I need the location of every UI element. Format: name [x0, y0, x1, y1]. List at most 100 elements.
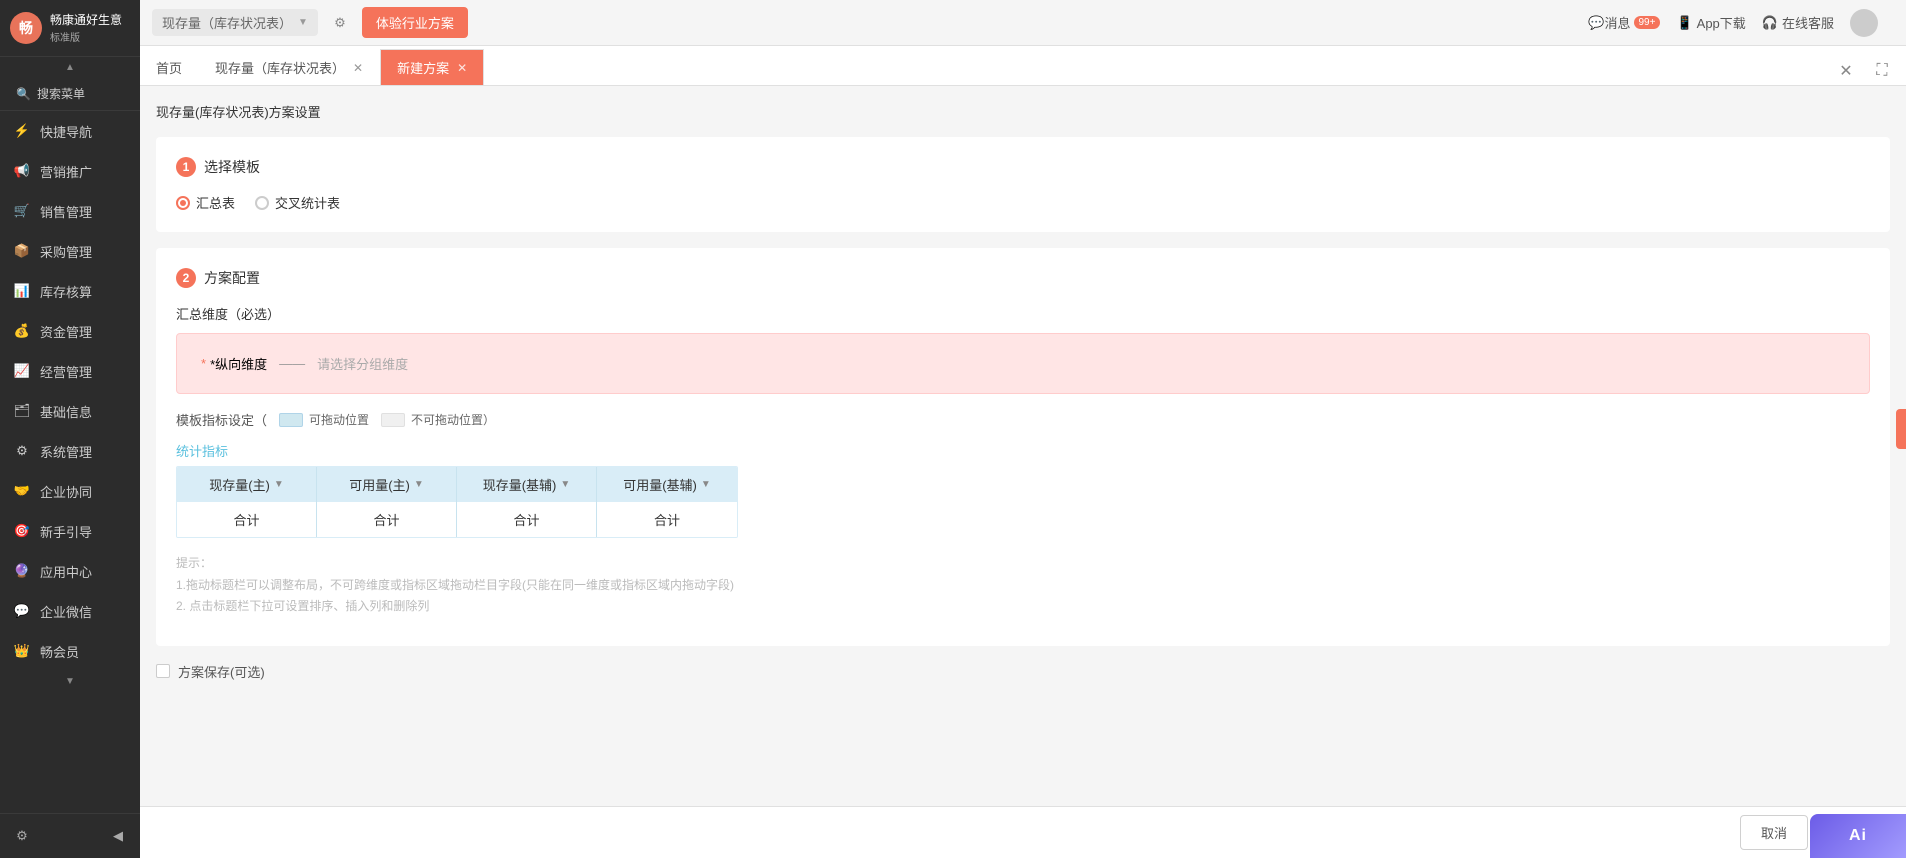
sidebar-item-finance[interactable]: 💰 资金管理 [0, 311, 140, 351]
sidebar-item-inventory[interactable]: 📊 库存核算 [0, 271, 140, 311]
cancel-button[interactable]: 取消 [1740, 815, 1808, 850]
radio-cross[interactable]: 交叉统计表 [255, 193, 340, 212]
sidebar-item-contract[interactable]: 🤝 企业协同 [0, 471, 140, 511]
sidebar-scroll-down[interactable]: ▼ [0, 671, 140, 691]
sidebar-item-member[interactable]: 👑 畅会员 [0, 631, 140, 671]
legend-fixed: 不可拖动位置） [381, 411, 495, 428]
settings-icon[interactable]: ⚙ [10, 824, 34, 848]
stats-header-content-1: 可用量(主) ▼ [349, 475, 424, 494]
radio-summary[interactable]: 汇总表 [176, 193, 235, 212]
customer-service-button[interactable]: 🎧 在线客服 [1762, 13, 1834, 32]
draggable-label: 可拖动位置 [309, 411, 369, 428]
tab-inventory[interactable]: 现存量（库存状况表） ✕ [198, 49, 380, 85]
message-button[interactable]: 💬 消息 99+ [1588, 13, 1660, 32]
stats-header-row: 现存量(主) ▼ 可用量(主) ▼ 现存量(基辅) ▼ [177, 467, 737, 502]
tab-inventory-close-icon[interactable]: ✕ [353, 61, 363, 75]
tip-1: 1.拖动标题栏可以调整布局，不可跨维度或指标区域拖动栏目字段(只能在同一维度或指… [176, 575, 1870, 597]
app-download-label: App下载 [1697, 13, 1746, 32]
stats-header-content-2: 现存量(基辅) ▼ [483, 475, 571, 494]
inventory-icon: 📊 [12, 281, 32, 301]
collapse-icon[interactable]: ◀ [106, 824, 130, 848]
search-label: 搜索菜单 [37, 85, 85, 102]
ai-float-button[interactable]: Ai [1810, 814, 1906, 858]
legend-draggable: 可拖动位置 [279, 411, 369, 428]
content-area: 现存量(库存状况表)方案设置 1 选择模板 汇总表 交叉统计表 2 [140, 86, 1906, 806]
sidebar-item-label: 资金管理 [40, 322, 92, 341]
fixed-label: 不可拖动位置） [411, 411, 495, 428]
sidebar-item-label: 系统管理 [40, 442, 92, 461]
stats-header-cell-0[interactable]: 现存量(主) ▼ [177, 467, 317, 502]
app-download-button[interactable]: 📱 App下载 [1676, 13, 1745, 32]
sidebar-item-wechat[interactable]: 💬 企业微信 [0, 591, 140, 631]
tab-home[interactable]: 首页 [140, 49, 198, 85]
dimension-arrow: —— [279, 356, 305, 371]
search-icon: 🔍 [16, 87, 31, 101]
tab-new-scheme-close-icon[interactable]: ✕ [457, 61, 467, 75]
ai-label: Ai [1849, 827, 1867, 845]
radio-summary-label: 汇总表 [196, 193, 235, 212]
side-helper[interactable] [1896, 409, 1906, 449]
marketing-icon: 📢 [12, 161, 32, 181]
main-area: 现存量（库存状况表） ▼ ⚙ 体验行业方案 💬 消息 99+ 📱 App下载 🎧… [140, 0, 1906, 858]
sidebar-item-apps[interactable]: 🔮 应用中心 [0, 551, 140, 591]
stats-header-content-0: 现存量(主) ▼ [209, 475, 284, 494]
metrics-label-row: 模板指标设定（ 可拖动位置 不可拖动位置） [176, 410, 1870, 429]
sidebar-search[interactable]: 🔍 搜索菜单 [0, 77, 140, 111]
sidebar-item-sales[interactable]: 🛒 销售管理 [0, 191, 140, 231]
expand-icon[interactable]: ⛶ [1868, 57, 1896, 85]
stats-body-label-1: 合计 [373, 510, 399, 529]
stats-body-label-0: 合计 [233, 510, 259, 529]
stats-header-label-2: 现存量(基辅) [483, 475, 557, 494]
stats-header-label-0: 现存量(主) [209, 475, 270, 494]
stats-header-cell-3[interactable]: 可用量(基辅) ▼ [597, 467, 737, 502]
sidebar-item-marketing[interactable]: 📢 营销推广 [0, 151, 140, 191]
footer-bar: 取消 查询 [140, 806, 1906, 858]
sidebar-scroll-up[interactable]: ▲ [0, 57, 140, 77]
sidebar-item-system[interactable]: ⚙ 系统管理 [0, 431, 140, 471]
user-avatar[interactable] [1850, 9, 1878, 37]
sidebar-item-operations[interactable]: 📈 经营管理 [0, 351, 140, 391]
finance-icon: 💰 [12, 321, 32, 341]
sidebar-item-label: 应用中心 [40, 562, 92, 581]
tip-2: 2. 点击标题栏下拉可设置排序、插入列和删除列 [176, 596, 1870, 618]
sidebar-item-guide[interactable]: 🎯 新手引导 [0, 511, 140, 551]
stats-body-label-2: 合计 [513, 510, 539, 529]
shortcut-icon: ⚡ [12, 121, 32, 141]
contract-icon: 🤝 [12, 481, 32, 501]
section-1-number: 1 [176, 157, 196, 177]
stats-header-cell-2[interactable]: 现存量(基辅) ▼ [457, 467, 597, 502]
stats-body-cell-1: 合计 [317, 502, 457, 537]
topbar-title-text: 现存量（库存状况表） [162, 13, 292, 32]
close-panel-icon[interactable]: ✕ [1832, 57, 1860, 85]
topbar-title-box[interactable]: 现存量（库存状况表） ▼ [152, 9, 318, 36]
stats-body-cell-0: 合计 [177, 502, 317, 537]
apps-icon: 🔮 [12, 561, 32, 581]
dimension-row-label: *纵向维度 [210, 354, 267, 373]
sidebar-bottom: ⚙ ◀ [0, 813, 140, 858]
service-label: 在线客服 [1782, 13, 1834, 32]
sidebar-item-purchase[interactable]: 📦 采购管理 [0, 231, 140, 271]
sidebar-item-basic[interactable]: 🗂 基础信息 [0, 391, 140, 431]
topbar-left: 现存量（库存状况表） ▼ ⚙ 体验行业方案 [152, 7, 1588, 38]
stats-header-content-3: 可用量(基辅) ▼ [623, 475, 711, 494]
logo-subtitle: 标准版 [50, 29, 122, 44]
gear-icon[interactable]: ⚙ [326, 9, 354, 37]
tab-home-label: 首页 [156, 58, 182, 77]
stats-body-label-3: 合计 [654, 510, 680, 529]
tabbar-actions: ✕ ⛶ [1832, 57, 1906, 85]
sidebar-item-label: 新手引导 [40, 522, 92, 541]
message-icon: 💬 [1588, 15, 1604, 31]
trial-button[interactable]: 体验行业方案 [362, 7, 468, 38]
save-checkbox[interactable] [156, 664, 170, 678]
stats-body-cell-3: 合计 [597, 502, 737, 537]
member-icon: 👑 [12, 641, 32, 661]
dropdown-arrow-3: ▼ [701, 479, 711, 490]
sidebar-item-label: 营销推广 [40, 162, 92, 181]
dimension-placeholder: 请选择分组维度 [317, 354, 408, 373]
stats-table: 现存量(主) ▼ 可用量(主) ▼ 现存量(基辅) ▼ [176, 466, 738, 538]
tab-new-scheme[interactable]: 新建方案 ✕ [380, 49, 484, 85]
stats-header-cell-1[interactable]: 可用量(主) ▼ [317, 467, 457, 502]
sidebar-item-shortcut[interactable]: ⚡ 快捷导航 [0, 111, 140, 151]
topbar-right: 💬 消息 99+ 📱 App下载 🎧 在线客服 [1588, 9, 1894, 37]
page-title: 现存量(库存状况表)方案设置 [156, 102, 1890, 121]
